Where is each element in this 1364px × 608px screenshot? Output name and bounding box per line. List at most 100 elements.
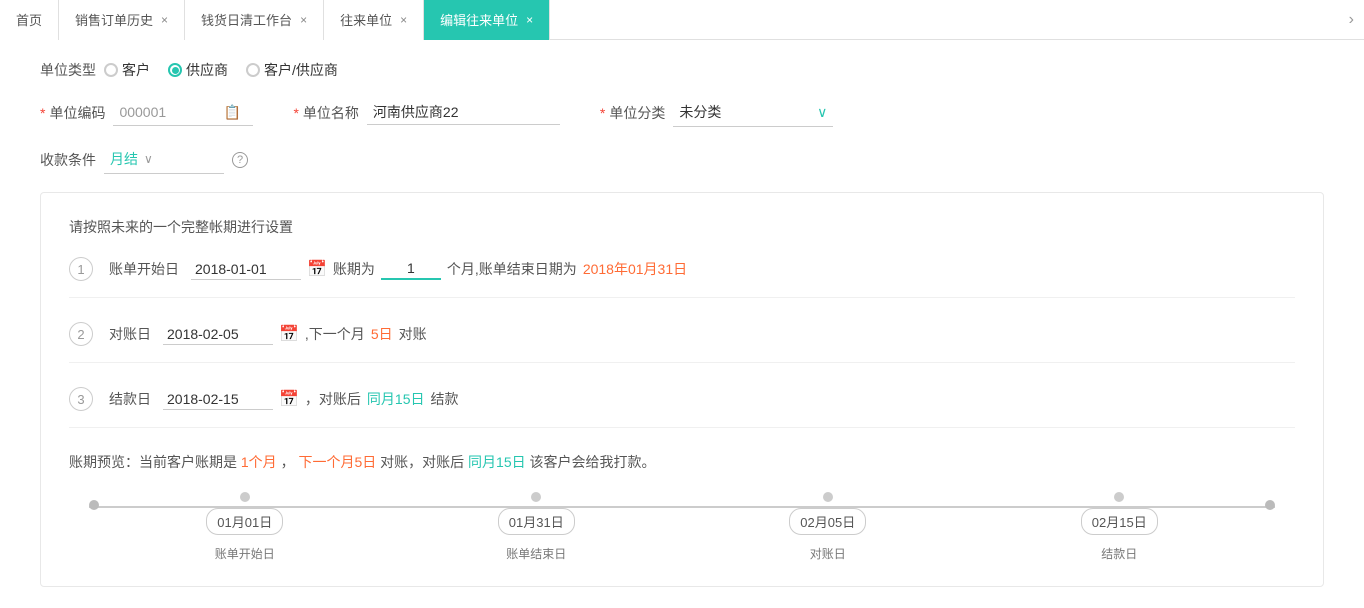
radio-supplier-label: 供应商: [186, 60, 228, 80]
timeline-badges: 01月01日 账单开始日 01月31日 账单结束日 02月05日 对账日: [99, 492, 1265, 562]
unit-name-input[interactable]: [367, 100, 560, 125]
preview-text: 账期预览：当前客户账期是 1个月 ， 下一个月5日 对账，对账后 同月15日 该…: [69, 452, 1295, 472]
timeline-end-dot: [1265, 500, 1275, 510]
radio-both-circle: [246, 63, 260, 77]
tab-edit-partner[interactable]: 编辑往来单位 ×: [424, 0, 550, 40]
period-text-1a: 账期为: [333, 259, 375, 279]
node-2-dot: [531, 492, 541, 502]
content-area: 单位类型 客户 供应商 客户/供应商 * 单位编码 📋: [0, 40, 1364, 608]
period-label-2: 对账日: [109, 324, 151, 344]
statement-date-input[interactable]: [163, 324, 273, 345]
section-title: 请按照未来的一个完整帐期进行设置: [69, 217, 1295, 237]
tab-sales-history[interactable]: 销售订单历史 ×: [59, 0, 185, 40]
period-text-2b: 对账: [399, 324, 427, 344]
preview-text3: 该客户会给我打款。: [530, 454, 656, 470]
payment-dropdown[interactable]: 月结 ∨: [104, 145, 224, 174]
timeline-node-1: 01月01日 账单开始日: [206, 492, 283, 562]
step-3: 3: [69, 387, 93, 411]
timeline-right-dot: [1265, 500, 1275, 510]
timeline-left-dot: [89, 500, 99, 510]
period-section: 请按照未来的一个完整帐期进行设置 1 账单开始日 📅 账期为 个月,账单结束日期…: [40, 192, 1324, 587]
unit-class-dropdown[interactable]: 未分类 ∨: [673, 98, 833, 127]
start-date-cal-icon[interactable]: 📅: [307, 259, 327, 279]
radio-customer[interactable]: 客户: [104, 60, 150, 80]
timeline-node-2: 01月31日 账单结束日: [498, 492, 575, 562]
tab-sales-history-label: 销售订单历史: [75, 10, 153, 29]
preview-part2: 下一个月5日: [298, 454, 376, 470]
tab-partners-label: 往来单位: [340, 10, 392, 29]
timeline-nodes: 01月01日 账单开始日 01月31日 账单结束日 02月05日 对账日: [89, 492, 1275, 562]
unit-code-label: 单位编码: [49, 103, 105, 123]
period-text-2a: ,下一个月: [305, 324, 365, 344]
unit-type-row: 单位类型 客户 供应商 客户/供应商: [40, 60, 1324, 80]
tab-cash-work-label: 钱货日清工作台: [201, 10, 292, 29]
step-1: 1: [69, 257, 93, 281]
tab-edit-partner-close[interactable]: ×: [526, 13, 533, 27]
unit-code-input[interactable]: [119, 104, 219, 120]
node-4-dot: [1114, 492, 1124, 502]
radio-customer-circle: [104, 63, 118, 77]
preview-part3: 同月15日: [468, 454, 526, 470]
node-3-badge: 02月05日: [789, 508, 866, 535]
timeline-start-dot: [89, 500, 99, 510]
node-3-dot: [823, 492, 833, 502]
node-2-badge: 01月31日: [498, 508, 575, 535]
payment-date-cal-icon[interactable]: 📅: [279, 389, 299, 409]
node-1-dot: [240, 492, 250, 502]
tab-sales-history-close[interactable]: ×: [161, 13, 168, 27]
tab-cash-work-close[interactable]: ×: [300, 13, 307, 27]
unit-class-arrow-icon: ∨: [817, 104, 827, 121]
radio-both[interactable]: 客户/供应商: [246, 60, 338, 80]
preview-comma: ，: [281, 454, 295, 470]
tab-home[interactable]: 首页: [0, 0, 59, 40]
statement-day-highlight: 5日: [371, 324, 393, 344]
unit-class-required: *: [600, 105, 605, 121]
node-4-sublabel: 结款日: [1101, 545, 1137, 562]
preview-text2: 对账，对账后: [380, 454, 464, 470]
payment-label: 收款条件: [40, 150, 96, 170]
tab-edit-partner-label: 编辑往来单位: [440, 10, 518, 29]
payment-help-icon[interactable]: ?: [232, 152, 248, 168]
period-text-3a: ，对账后: [305, 389, 361, 409]
statement-date-cal-icon[interactable]: 📅: [279, 324, 299, 344]
payment-date-input[interactable]: [163, 389, 273, 410]
preview-label: 账期预览：当前客户账期是: [69, 454, 237, 470]
period-row-2: 2 对账日 📅 ,下一个月 5日 对账: [69, 322, 1295, 363]
unit-code-wrap: 📋: [113, 100, 253, 126]
preview-part1: 1个月: [241, 454, 277, 470]
radio-supplier-circle: [168, 63, 182, 77]
node-1-badge: 01月01日: [206, 508, 283, 535]
tab-partners[interactable]: 往来单位 ×: [324, 0, 424, 40]
timeline-node-4: 02月15日 结款日: [1081, 492, 1158, 562]
node-1-sublabel: 账单开始日: [215, 545, 275, 562]
step-2: 2: [69, 322, 93, 346]
radio-supplier[interactable]: 供应商: [168, 60, 228, 80]
payment-row: 收款条件 月结 ∨ ?: [40, 145, 1324, 174]
payment-arrow-icon: ∨: [144, 152, 153, 166]
unit-code-group: * 单位编码 📋: [40, 100, 253, 126]
unit-code-required: *: [40, 105, 45, 121]
unit-class-value: 未分类: [679, 102, 817, 122]
node-2-sublabel: 账单结束日: [506, 545, 566, 562]
radio-customer-label: 客户: [122, 60, 150, 80]
tab-cash-work[interactable]: 钱货日清工作台 ×: [185, 0, 324, 40]
payment-day-highlight: 同月15日: [367, 389, 425, 409]
period-label-1: 账单开始日: [109, 259, 179, 279]
period-row-3: 3 结款日 📅 ，对账后 同月15日 结款: [69, 387, 1295, 428]
node-3-sublabel: 对账日: [810, 545, 846, 562]
tab-partners-close[interactable]: ×: [400, 13, 407, 27]
tab-home-label: 首页: [16, 10, 42, 29]
node-4-badge: 02月15日: [1081, 508, 1158, 535]
unit-class-group: * 单位分类 未分类 ∨: [600, 98, 833, 127]
period-label-3: 结款日: [109, 389, 151, 409]
payment-value: 月结: [110, 149, 138, 169]
period-text-1b: 个月,账单结束日期为: [447, 259, 577, 279]
unit-code-icon[interactable]: 📋: [223, 104, 240, 121]
radio-both-label: 客户/供应商: [264, 60, 338, 80]
period-months-input[interactable]: [381, 258, 441, 280]
start-date-input[interactable]: [191, 259, 301, 280]
period-end-date-highlight: 2018年01月31日: [583, 259, 687, 279]
unit-name-group: * 单位名称: [293, 100, 559, 125]
tab-scroll-arrow[interactable]: ›: [1339, 11, 1364, 29]
unit-name-label: 单位名称: [303, 103, 359, 123]
